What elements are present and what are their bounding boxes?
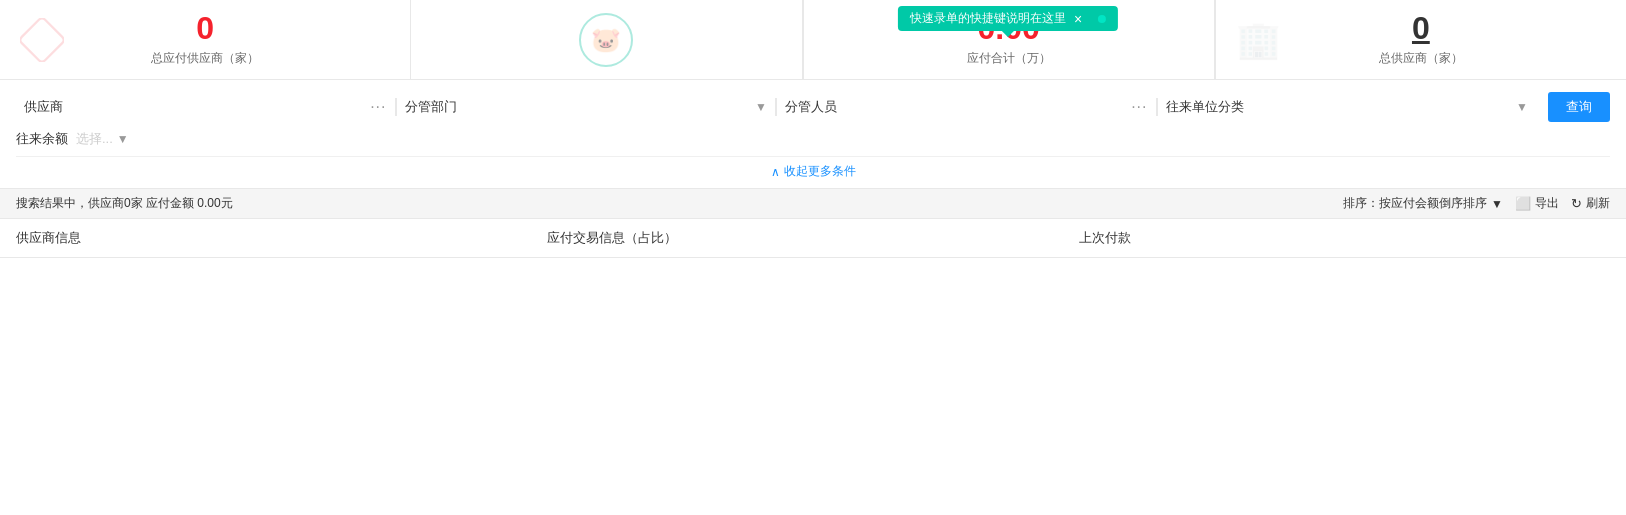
refresh-button[interactable]: ↻ 刷新 (1571, 195, 1610, 212)
stat-total-payable-supplier: 0 总应付供应商（家） (0, 0, 411, 79)
diamond-icon (20, 18, 64, 62)
supplier-input[interactable] (72, 100, 370, 115)
refresh-icon: ↻ (1571, 196, 1582, 211)
total-supplier-label: 总供应商（家） (1379, 50, 1463, 67)
department-chevron-icon[interactable]: ▼ (755, 100, 767, 114)
col-supplier-header: 供应商信息 (16, 229, 547, 247)
person-more-icon[interactable]: ··· (1131, 98, 1147, 116)
collapse-label: 收起更多条件 (784, 163, 856, 180)
search-row-1: 供应商 ··· 分管部门 ▼ 分管人员 ··· 往来单位分类 ▼ 查询 (16, 92, 1610, 122)
sort-chevron-icon: ▼ (1491, 197, 1503, 211)
sort-button[interactable]: 排序：按应付会额倒序排序 ▼ (1343, 195, 1503, 212)
search-row-2: 往来余额 选择... ▼ (16, 130, 1610, 148)
query-button[interactable]: 查询 (1548, 92, 1610, 122)
person-field: 分管人员 ··· (776, 98, 1157, 116)
department-field-label: 分管部门 (405, 98, 457, 116)
balance-field: 往来余额 选择... ▼ (16, 130, 236, 148)
unit-category-label: 往来单位分类 (1166, 98, 1244, 116)
stats-bar: 0 总应付供应商（家） 🐷 0.00 应付合计（万） 快速录单的快捷键说明在这里… (0, 0, 1626, 80)
supplier-label: 总应付供应商（家） (151, 50, 259, 67)
table-header: 供应商信息 应付交易信息（占比） 上次付款 (0, 219, 1626, 258)
chevron-up-icon: ∧ (771, 165, 780, 179)
tooltip-dot-icon (1098, 15, 1106, 23)
refresh-label: 刷新 (1586, 195, 1610, 212)
collapse-button[interactable]: ∧ 收起更多条件 (771, 163, 856, 180)
col-lastpay-header: 上次付款 (1079, 229, 1610, 247)
stat-payable-total: 🐷 (411, 0, 802, 79)
unit-category-input[interactable] (1252, 100, 1517, 115)
balance-chevron-icon[interactable]: ▼ (117, 132, 129, 146)
search-section: 供应商 ··· 分管部门 ▼ 分管人员 ··· 往来单位分类 ▼ 查询 往来余额 (0, 80, 1626, 188)
collapse-bar: ∧ 收起更多条件 (16, 156, 1610, 188)
stat-total-supplier: 🏢 0 总供应商（家） (1215, 0, 1626, 79)
export-label: 导出 (1535, 195, 1559, 212)
person-field-label: 分管人员 (785, 98, 837, 116)
unit-category-chevron-icon[interactable]: ▼ (1516, 100, 1528, 114)
result-actions: 排序：按应付会额倒序排序 ▼ ⬜ 导出 ↻ 刷新 (1343, 195, 1610, 212)
col-transaction-header: 应付交易信息（占比） (547, 229, 1078, 247)
export-button[interactable]: ⬜ 导出 (1515, 195, 1559, 212)
payable-label: 应付合计（万） (967, 50, 1051, 67)
tooltip-text: 快速录单的快捷键说明在这里 (910, 10, 1066, 27)
building-icon: 🏢 (1236, 19, 1281, 61)
export-icon: ⬜ (1515, 196, 1531, 211)
svg-rect-0 (20, 18, 64, 62)
sort-label: 排序：按应付会额倒序排序 (1343, 195, 1487, 212)
table-body (0, 258, 1626, 458)
pig-icon: 🐷 (579, 13, 633, 67)
supplier-more-icon[interactable]: ··· (370, 98, 386, 116)
balance-label: 往来余额 (16, 130, 68, 148)
supplier-field-label: 供应商 (24, 98, 64, 116)
department-input[interactable] (465, 100, 756, 115)
unit-category-field: 往来单位分类 ▼ (1157, 98, 1537, 116)
result-info: 搜索结果中，供应商0家 应付金额 0.00元 (16, 195, 233, 212)
shortcut-tooltip: 快速录单的快捷键说明在这里 × (898, 6, 1118, 31)
tooltip-close-icon[interactable]: × (1074, 12, 1082, 26)
result-bar: 搜索结果中，供应商0家 应付金额 0.00元 排序：按应付会额倒序排序 ▼ ⬜ … (0, 188, 1626, 219)
total-supplier-count: 0 (1412, 12, 1430, 44)
supplier-field: 供应商 ··· (16, 98, 396, 116)
person-input[interactable] (845, 100, 1131, 115)
balance-placeholder: 选择... (76, 130, 113, 148)
department-field: 分管部门 ▼ (396, 98, 777, 116)
supplier-count: 0 (196, 12, 214, 44)
